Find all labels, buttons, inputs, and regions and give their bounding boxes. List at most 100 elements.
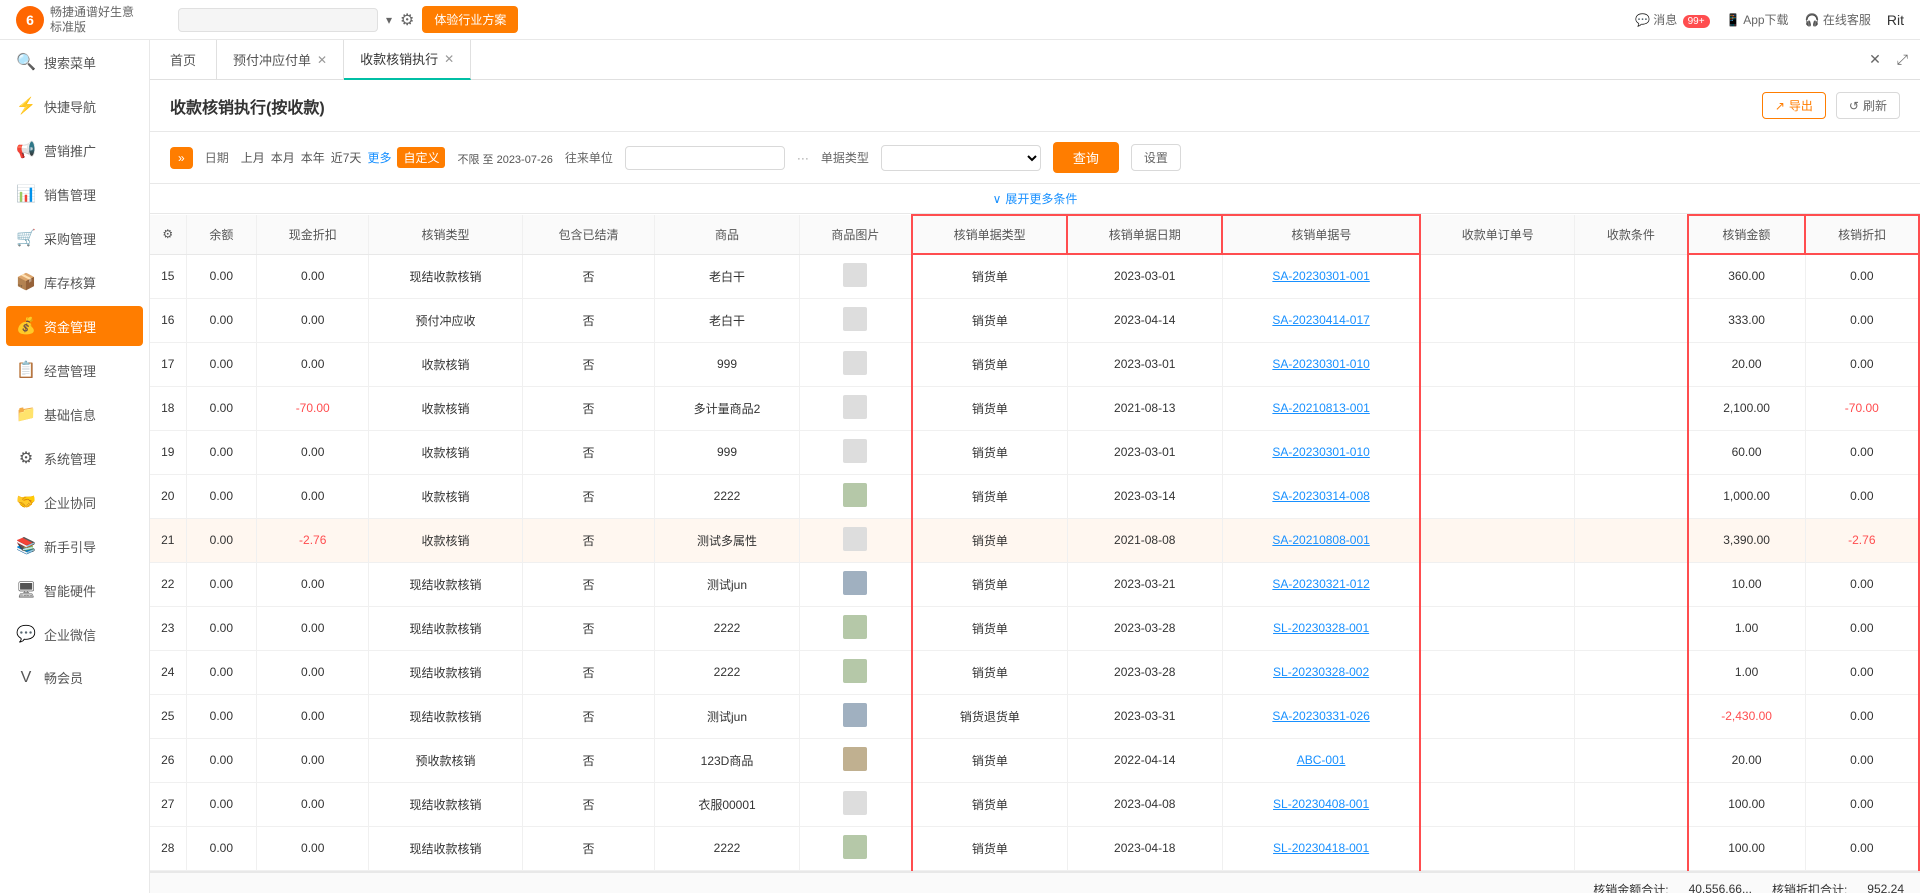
cell-sale-disc: -70.00 <box>1805 386 1919 430</box>
cell-goods: 999 <box>655 430 799 474</box>
cell-id: 25 <box>150 694 186 738</box>
member-icon: V <box>16 669 36 687</box>
expand-more-button[interactable]: ∨ 展开更多条件 <box>993 190 1078 207</box>
cell-type: 收款核销 <box>369 386 522 430</box>
filter-expand-button[interactable]: » <box>170 147 193 169</box>
cell-discount: -70.00 <box>257 386 369 430</box>
date-this-month[interactable]: 本月 <box>271 149 295 166</box>
sidebar-item-marketing[interactable]: 📢 营销推广 <box>0 128 149 172</box>
date-custom[interactable]: 自定义 <box>397 147 445 168</box>
table-container[interactable]: ⚙ 余额 现金折扣 核销类型 包含已结清 商品 商品图片 核销单据类型 核销单据… <box>150 214 1920 893</box>
cell-bill-no: SL-20230408-001 <box>1222 782 1420 826</box>
cell-discount: 0.00 <box>257 474 369 518</box>
sidebar-item-search[interactable]: 🔍 搜索菜单 <box>0 40 149 84</box>
cell-bill-type: 销货单 <box>912 474 1067 518</box>
cell-bill-date: 2023-03-28 <box>1067 650 1222 694</box>
top-bar: 6 畅捷通谱好生意 标准版 ▾ ⚙ 体验行业方案 💬 消息 99+ 📱 App下… <box>0 0 1920 40</box>
app-icon: 📱 <box>1726 13 1741 27</box>
chevron-down-icon: ∨ <box>993 192 1002 206</box>
settings-gear-btn[interactable]: ⚙ <box>400 10 414 30</box>
message-area[interactable]: 💬 消息 99+ <box>1635 11 1710 28</box>
sidebar-item-quick-nav[interactable]: ⚡ 快捷导航 <box>0 84 149 128</box>
cell-goods: 测试多属性 <box>655 518 799 562</box>
cell-settled: 否 <box>522 342 655 386</box>
app-download[interactable]: 📱 App下载 <box>1726 11 1789 28</box>
tab-close-receipt[interactable]: ✕ <box>444 52 454 66</box>
cell-sale-disc: 0.00 <box>1805 474 1919 518</box>
cell-settled: 否 <box>522 254 655 298</box>
sidebar-item-purchase[interactable]: 🛒 采购管理 <box>0 216 149 260</box>
cell-type: 收款核销 <box>369 518 522 562</box>
cell-bill-type: 销货单 <box>912 430 1067 474</box>
sidebar-item-management[interactable]: 📋 经营管理 <box>0 348 149 392</box>
cell-discount: -2.76 <box>257 518 369 562</box>
search-dropdown-btn[interactable]: ▾ <box>386 13 392 27</box>
cell-amount: 60.00 <box>1688 430 1806 474</box>
industry-btn[interactable]: 体验行业方案 <box>422 6 518 33</box>
date-prev-month[interactable]: 上月 <box>241 149 265 166</box>
cell-balance: 0.00 <box>186 738 257 782</box>
cell-condition <box>1575 782 1688 826</box>
tab-close-prepay[interactable]: ✕ <box>317 53 327 67</box>
cell-order-no <box>1420 518 1574 562</box>
cell-settled: 否 <box>522 826 655 870</box>
online-service[interactable]: 🎧 在线客服 <box>1805 11 1871 28</box>
cell-sale-disc: 0.00 <box>1805 782 1919 826</box>
cell-bill-type: 销货单 <box>912 650 1067 694</box>
cell-settled: 否 <box>522 738 655 782</box>
cell-type: 现结收款核销 <box>369 826 522 870</box>
col-bill-no: 核销单据号 <box>1222 215 1420 254</box>
tab-prepay[interactable]: 预付冲应付单 ✕ <box>217 40 344 80</box>
table-row: 15 0.00 0.00 现结收款核销 否 老白干 销货单 2023-03-01… <box>150 254 1919 298</box>
message-icon: 💬 <box>1635 13 1650 27</box>
cell-bill-date: 2023-03-31 <box>1067 694 1222 738</box>
sidebar-item-system[interactable]: ⚙ 系统管理 <box>0 436 149 480</box>
table-row: 23 0.00 0.00 现结收款核销 否 2222 销货单 2023-03-2… <box>150 606 1919 650</box>
layout: 🔍 搜索菜单 ⚡ 快捷导航 📢 营销推广 📊 销售管理 🛒 采购管理 📦 库存核… <box>0 40 1920 893</box>
cell-order-no <box>1420 694 1574 738</box>
search-icon: 🔍 <box>16 52 36 72</box>
search-input[interactable] <box>178 8 378 32</box>
cell-id: 15 <box>150 254 186 298</box>
cell-balance: 0.00 <box>186 518 257 562</box>
cell-balance: 0.00 <box>186 298 257 342</box>
cell-goods-img <box>799 430 912 474</box>
sidebar-item-sales[interactable]: 📊 销售管理 <box>0 172 149 216</box>
refresh-button[interactable]: ↺ 刷新 <box>1836 92 1900 119</box>
cell-balance: 0.00 <box>186 386 257 430</box>
filter-settings-button[interactable]: 设置 <box>1131 144 1181 171</box>
sidebar-item-inventory[interactable]: 📦 库存核算 <box>0 260 149 304</box>
sidebar-item-finance[interactable]: 💰 资金管理 <box>6 306 143 346</box>
cell-id: 20 <box>150 474 186 518</box>
cell-bill-type: 销货单 <box>912 826 1067 870</box>
sidebar-item-enterprise[interactable]: 🤝 企业协同 <box>0 480 149 524</box>
message-badge: 99+ <box>1683 15 1710 28</box>
cell-order-no <box>1420 606 1574 650</box>
sidebar-item-guide[interactable]: 📚 新手引导 <box>0 524 149 568</box>
sidebar-item-member[interactable]: V 畅会员 <box>0 656 149 699</box>
query-button[interactable]: 查询 <box>1053 142 1119 173</box>
col-sale-disc: 核销折扣 <box>1805 215 1919 254</box>
tab-home[interactable]: 首页 <box>150 40 217 80</box>
date-7days[interactable]: 近7天 <box>331 149 362 166</box>
tab-receipt[interactable]: 收款核销执行 ✕ <box>344 40 471 80</box>
col-goods-img: 商品图片 <box>799 215 912 254</box>
receipt-type-select[interactable] <box>881 145 1041 171</box>
date-this-year[interactable]: 本年 <box>301 149 325 166</box>
cell-settled: 否 <box>522 518 655 562</box>
cell-goods-img <box>799 694 912 738</box>
table-row: 16 0.00 0.00 预付冲应收 否 老白干 销货单 2023-04-14 … <box>150 298 1919 342</box>
sidebar-item-basic-info[interactable]: 📁 基础信息 <box>0 392 149 436</box>
tab-maximize-btn[interactable]: ⤢ <box>1893 47 1912 72</box>
cell-order-no <box>1420 298 1574 342</box>
sidebar-item-hardware[interactable]: 🖥 智能硬件 <box>0 568 149 612</box>
date-more[interactable]: 更多 <box>367 149 391 166</box>
tab-minimize-btn[interactable]: ✕ <box>1865 47 1885 72</box>
col-bill-date: 核销单据日期 <box>1067 215 1222 254</box>
from-unit-input[interactable] <box>625 146 785 170</box>
cell-settled: 否 <box>522 782 655 826</box>
sidebar-item-wechat[interactable]: 💬 企业微信 <box>0 612 149 656</box>
cell-bill-no: SL-20230328-001 <box>1222 606 1420 650</box>
export-button[interactable]: ↗ 导出 <box>1762 92 1826 119</box>
cell-goods: 衣服00001 <box>655 782 799 826</box>
